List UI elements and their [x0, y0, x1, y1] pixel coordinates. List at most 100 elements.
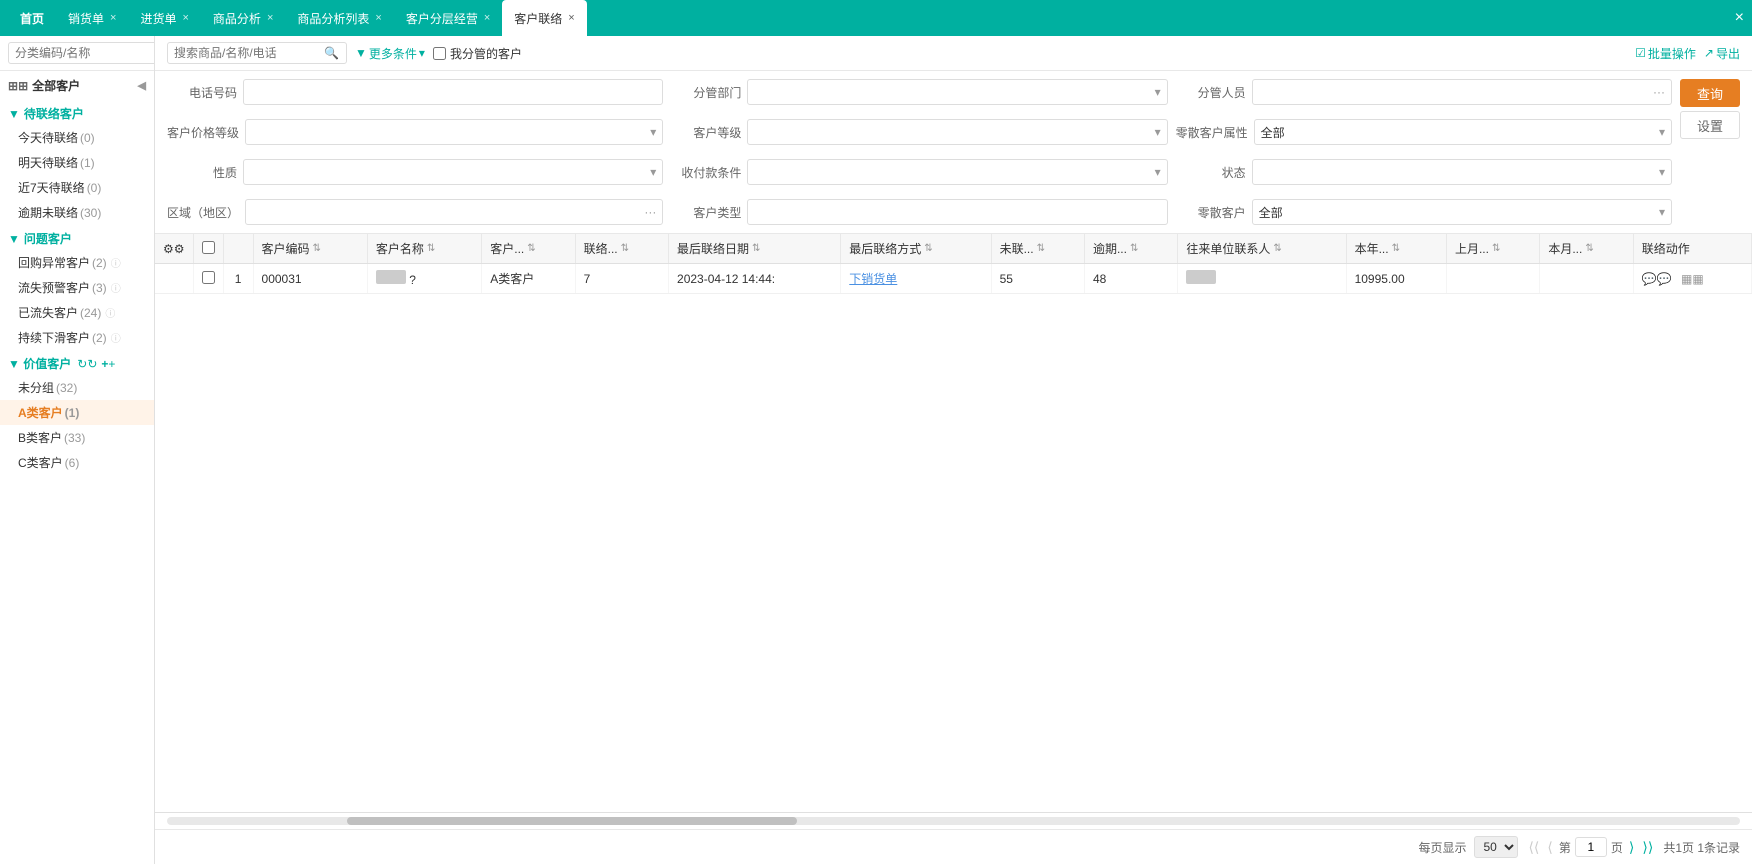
- row-last-method[interactable]: 下销货单: [841, 264, 991, 294]
- manager-input[interactable]: ···: [1252, 79, 1672, 105]
- row-check[interactable]: [193, 264, 223, 294]
- retail-customer-select[interactable]: 全部▾: [1252, 199, 1672, 225]
- col-check[interactable]: [193, 234, 223, 264]
- nav-tab-sales[interactable]: 销货单 ×: [56, 0, 128, 36]
- page-label-prefix: 第: [1559, 839, 1571, 856]
- dept-select[interactable]: ▾: [747, 79, 1167, 105]
- name-placeholder: [376, 270, 406, 284]
- last-page-button[interactable]: ⟩⟩: [1640, 839, 1655, 856]
- filter-row-2: 客户价格等级 ▾ 客户等级 ▾ 零散客户属性: [167, 119, 1672, 145]
- sidebar-item-tomorrow[interactable]: 明天待联络 (1): [0, 150, 154, 175]
- nav-tab-customer-contact[interactable]: 客户联络 ×: [502, 0, 586, 36]
- region-input[interactable]: ···: [245, 199, 663, 225]
- status-select[interactable]: ▾: [1252, 159, 1672, 185]
- nav-tab-analysis[interactable]: 商品分析 ×: [201, 0, 285, 36]
- add-group-icon[interactable]: +: [101, 357, 115, 371]
- row-last-date: 2023-04-12 14:44:: [669, 264, 841, 294]
- filter-row-3: 性质 ▾ 收付款条件 ▾ 状态: [167, 159, 1672, 185]
- sort-icon[interactable]: ⇅: [313, 243, 321, 254]
- close-tab-sales[interactable]: ×: [110, 12, 116, 24]
- close-tab-customer-segment[interactable]: ×: [484, 12, 490, 24]
- sort-icon[interactable]: ⇅: [1585, 243, 1593, 254]
- row-checkbox[interactable]: [202, 271, 215, 284]
- customer-level-select[interactable]: ▾: [747, 119, 1167, 145]
- query-button[interactable]: 查询: [1680, 79, 1740, 107]
- phone-field: 电话号码: [167, 79, 663, 105]
- customer-type-input[interactable]: [747, 199, 1167, 225]
- arrow-icon: ▼: [8, 232, 20, 246]
- sort-icon[interactable]: ⇅: [752, 243, 760, 254]
- sidebar-item-7days[interactable]: 近7天待联络 (0): [0, 175, 154, 200]
- retail-attr-select[interactable]: 全部▾: [1254, 119, 1672, 145]
- sidebar-item-declining[interactable]: 持续下滑客户 (2) ⓘ: [0, 325, 154, 350]
- refresh-icon[interactable]: ↻: [77, 357, 97, 371]
- row-code[interactable]: 000031: [253, 264, 367, 294]
- next-page-button[interactable]: ⟩: [1627, 839, 1636, 856]
- sidebar-item-a-class[interactable]: A类客户 (1): [0, 400, 154, 425]
- app-close-button[interactable]: ×: [1735, 9, 1744, 27]
- prev-page-button[interactable]: ⟨: [1545, 839, 1554, 856]
- col-name: 客户名称 ⇅: [367, 234, 481, 264]
- chat-icon[interactable]: 💬: [1642, 272, 1672, 286]
- sort-icon[interactable]: ⇅: [621, 243, 629, 254]
- phone-input[interactable]: [243, 79, 663, 105]
- sidebar-item-ungrouped[interactable]: 未分组 (32): [0, 375, 154, 400]
- page-number-input[interactable]: [1575, 837, 1607, 857]
- arrow-down-icon: ▼: [8, 357, 20, 371]
- sort-icon[interactable]: ⇅: [1273, 243, 1281, 254]
- sort-icon[interactable]: ⇅: [1492, 243, 1500, 254]
- nav-tab-purchase[interactable]: 进货单 ×: [128, 0, 200, 36]
- nav-home[interactable]: 首页: [8, 0, 56, 36]
- sort-icon[interactable]: ⇅: [924, 243, 932, 254]
- search-icon[interactable]: 🔍: [324, 46, 339, 60]
- horizontal-scrollbar[interactable]: [167, 817, 1740, 825]
- search-input[interactable]: [174, 46, 324, 60]
- close-tab-analysis-list[interactable]: ×: [375, 12, 381, 24]
- sort-icon[interactable]: ⇅: [1130, 243, 1138, 254]
- sidebar-search-input[interactable]: [8, 42, 155, 64]
- sort-icon[interactable]: ⇅: [427, 243, 435, 254]
- nature-select[interactable]: ▾: [243, 159, 663, 185]
- region-field: 区域（地区） ···: [167, 199, 663, 225]
- export-button[interactable]: ↗ 导出: [1704, 45, 1740, 62]
- scrollbar-thumb[interactable]: [347, 817, 797, 825]
- sidebar-item-repurchase-abnormal[interactable]: 回购异常客户 (2) ⓘ: [0, 250, 154, 275]
- all-customers-header[interactable]: ⊞ 全部客户 ◀: [0, 71, 154, 100]
- sidebar-item-today[interactable]: 今天待联络 (0): [0, 125, 154, 150]
- dept-field: 分管部门 ▾: [671, 79, 1167, 105]
- batch-operation-button[interactable]: ☑ 批量操作: [1635, 45, 1696, 62]
- first-page-button[interactable]: ⟨⟨: [1526, 839, 1541, 856]
- sidebar-item-c-class[interactable]: C类客户 (6): [0, 450, 154, 475]
- select-all-checkbox[interactable]: [202, 241, 215, 254]
- close-tab-purchase[interactable]: ×: [182, 12, 188, 24]
- top-navigation: 首页 销货单 × 进货单 × 商品分析 × 商品分析列表 × 客户分层经营 × …: [0, 0, 1752, 36]
- sidebar-item-churn-warning[interactable]: 流失预警客户 (3) ⓘ: [0, 275, 154, 300]
- export-icon: ↗: [1704, 46, 1714, 60]
- value-customers-title[interactable]: ▼ 价值客户: [8, 355, 71, 372]
- pending-contact-group[interactable]: ▼ 待联络客户: [0, 100, 154, 125]
- close-tab-analysis[interactable]: ×: [267, 12, 273, 24]
- more-filters-button[interactable]: ▼ 更多条件 ▾: [355, 45, 425, 62]
- my-customers-checkbox[interactable]: 我分管的客户: [433, 45, 522, 62]
- nav-tab-analysis-list[interactable]: 商品分析列表 ×: [285, 0, 393, 36]
- sort-icon[interactable]: ⇅: [527, 243, 535, 254]
- row-overdue: 48: [1084, 264, 1177, 294]
- sidebar-item-overdue[interactable]: 逾期未联络 (30): [0, 200, 154, 225]
- payment-select[interactable]: ▾: [747, 159, 1167, 185]
- close-tab-customer-contact[interactable]: ×: [568, 12, 574, 24]
- collapse-icon[interactable]: ◀: [138, 79, 146, 92]
- col-last-date: 最后联络日期 ⇅: [669, 234, 841, 264]
- settings-button[interactable]: 设置: [1680, 111, 1740, 139]
- sort-icon[interactable]: ⇅: [1392, 243, 1400, 254]
- gear-icon[interactable]: ⚙: [163, 242, 185, 256]
- nav-tab-customer-segment[interactable]: 客户分层经营 ×: [394, 0, 502, 36]
- qr-icon[interactable]: ▦: [1681, 272, 1704, 286]
- sort-icon[interactable]: ⇅: [1037, 243, 1045, 254]
- sidebar-item-churned[interactable]: 已流失客户 (24) ⓘ: [0, 300, 154, 325]
- col-settings[interactable]: ⚙: [155, 234, 193, 264]
- price-level-select[interactable]: ▾: [245, 119, 663, 145]
- my-customers-check[interactable]: [433, 47, 446, 60]
- page-size-select[interactable]: 50: [1474, 836, 1518, 858]
- problem-customers-group[interactable]: ▼ 问题客户: [0, 225, 154, 250]
- sidebar-item-b-class[interactable]: B类客户 (33): [0, 425, 154, 450]
